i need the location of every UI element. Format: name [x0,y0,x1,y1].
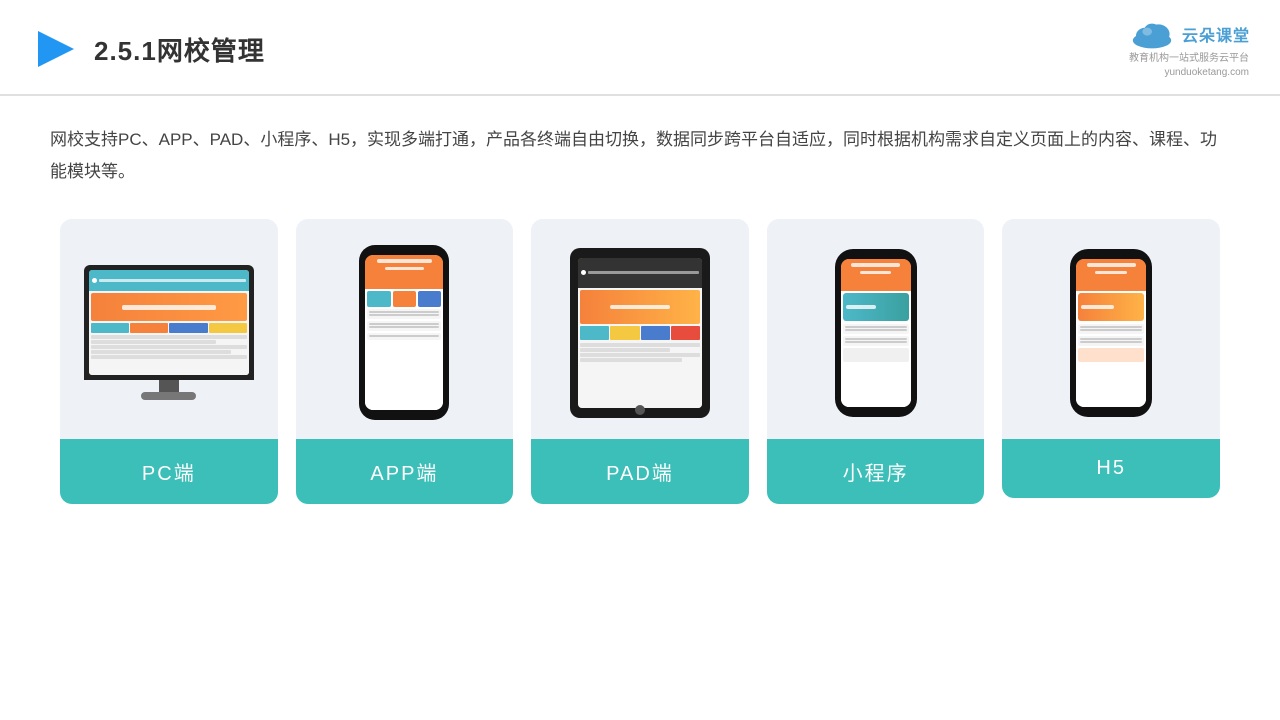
logo-icon [30,25,78,73]
tablet-screen [578,258,702,408]
cloud-icon [1128,18,1176,50]
main-content: 网校支持PC、APP、PAD、小程序、H5，实现多端打通，产品各终端自由切换，数… [0,96,1280,524]
h5-image-area [1002,219,1220,439]
h5-label: H5 [1002,439,1220,498]
h5-phone-frame [1070,249,1152,417]
description-text: 网校支持PC、APP、PAD、小程序、H5，实现多端打通，产品各终端自由切换，数… [50,124,1230,189]
brand-tagline: 教育机构一站式服务云平台 yunduoketang.com [1129,52,1249,80]
app-phone-screen [365,255,443,410]
monitor-frame [84,265,254,380]
monitor-base [141,392,196,400]
brand-tagline-line1: 教育机构一站式服务云平台 [1129,52,1249,66]
app-phone-frame [359,245,449,420]
pad-card: PAD端 [531,219,749,504]
pad-label: PAD端 [531,439,749,504]
miniprogram-image-area [767,219,985,439]
pc-card: PC端 [60,219,278,504]
miniprogram-phone-frame [835,249,917,417]
tablet-frame [570,248,710,418]
pc-image-area [60,219,278,439]
pad-image-area [531,219,749,439]
pc-label: PC端 [60,439,278,504]
app-phone-notch [392,249,416,254]
miniprogram-label: 小程序 [767,439,985,504]
app-image-area [296,219,514,439]
monitor-screen [89,270,249,375]
brand-logo-area: 云朵课堂 教育机构一站式服务云平台 yunduoketang.com [1128,18,1250,80]
app-card: APP端 [296,219,514,504]
app-label: APP端 [296,439,514,504]
miniprogram-phone-screen [841,259,911,407]
brand-url: yunduoketang.com [1129,66,1249,80]
brand-logo: 云朵课堂 [1128,18,1250,50]
h5-card: H5 [1002,219,1220,498]
h5-phone-screen [1076,259,1146,407]
header-left: 2.5.1网校管理 [30,25,265,73]
monitor-neck [159,380,179,392]
cards-container: PC端 [50,219,1230,504]
brand-name: 云朵课堂 [1182,22,1250,46]
page-title: 2.5.1网校管理 [94,31,265,68]
miniprogram-card: 小程序 [767,219,985,504]
tablet-button [635,405,645,415]
header: 2.5.1网校管理 云朵课堂 教育机构一站式服务云平台 yunduoketang… [0,0,1280,96]
pc-monitor [84,265,254,400]
